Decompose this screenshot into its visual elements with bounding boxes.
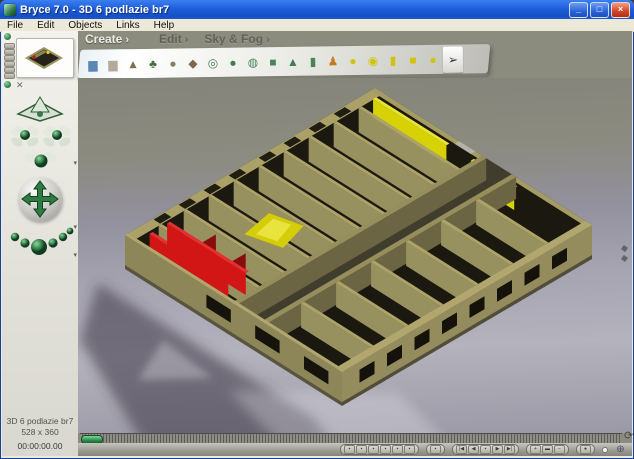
- menu-objects[interactable]: Objects: [61, 20, 109, 31]
- playback-button[interactable]: ▶: [492, 445, 503, 454]
- tab-create[interactable]: Create ›: [85, 32, 129, 46]
- create-object-shelf: ▆ ▆ ▲ ♣ ● ◆ ◎ ● ◍ ■ ▲ ▮ ♟ ● ◉ ▮ ■ ● ➢: [77, 44, 491, 79]
- camera-trackball[interactable]: [18, 177, 62, 221]
- blob-icon[interactable]: ◉: [363, 47, 383, 73]
- camera-preset-spheres[interactable]: [4, 224, 76, 263]
- rotate-control-center[interactable]: [24, 147, 58, 180]
- memory-dots-button[interactable]: ▪: [356, 445, 367, 454]
- cylinder-icon[interactable]: ▮: [303, 48, 323, 74]
- ground-plane-icon[interactable]: ▆: [103, 51, 123, 77]
- family-bottom-dot-icon[interactable]: [4, 81, 11, 88]
- rock-icon[interactable]: ●: [163, 50, 183, 76]
- cube-icon[interactable]: ■: [263, 49, 283, 75]
- control-sidebar: ✕ ▾ ▾ ▾ 3D 6 podlazie br7 528 x 360 00:0…: [2, 31, 79, 456]
- memory-dots-button[interactable]: ▪: [380, 445, 391, 454]
- metaball-icon[interactable]: ●: [343, 47, 363, 73]
- cone-icon[interactable]: ▲: [283, 48, 303, 74]
- building-model-render: [80, 88, 592, 433]
- playback-button[interactable]: ▶|: [504, 445, 515, 454]
- memory-dots-button[interactable]: ▪: [392, 445, 403, 454]
- app-icon: [4, 3, 16, 16]
- figure-icon[interactable]: ♟: [323, 48, 343, 74]
- av-button[interactable]: ●: [580, 445, 591, 454]
- family-button[interactable]: [4, 73, 15, 79]
- animation-controls-bar: ⊕ ▪ ▪ ▪ ▪ ▪ ▪ ▪ |◀ ◀ ▪ ▶ ▶| + ▬ − ●: [78, 443, 632, 456]
- playback-button[interactable]: |◀: [456, 445, 467, 454]
- marker-group: ▪: [426, 444, 445, 455]
- chevron-icon: ›: [266, 33, 270, 46]
- torus-icon[interactable]: ◎: [203, 49, 223, 75]
- chevron-icon: ›: [125, 33, 130, 46]
- sphere-icon[interactable]: ●: [223, 49, 243, 75]
- flyout-triangle-icon[interactable]: ▾: [73, 159, 77, 167]
- minimize-button[interactable]: _: [569, 1, 588, 18]
- scene-preview-render: [25, 47, 63, 69]
- family-top-dot-icon[interactable]: [4, 33, 11, 40]
- marker-button[interactable]: ▪: [430, 445, 441, 454]
- tree-icon[interactable]: ♣: [143, 50, 163, 76]
- scene-preview-thumbnail[interactable]: [16, 38, 74, 78]
- terrain-icon[interactable]: ▲: [123, 50, 143, 76]
- range-button[interactable]: +: [530, 445, 541, 454]
- options-dot-icon[interactable]: [602, 446, 608, 453]
- timeline-loop-icon[interactable]: ⟳: [624, 429, 633, 442]
- bryce-app-window: Bryce 7.0 - 3D 6 podlazie br7 _ □ × File…: [0, 0, 634, 459]
- window-title: Bryce 7.0 - 3D 6 podlazie br7: [20, 3, 170, 16]
- tab-edit[interactable]: Edit ›: [159, 32, 188, 46]
- close-button[interactable]: ×: [611, 1, 630, 18]
- playback-group: |◀ ◀ ▪ ▶ ▶|: [452, 444, 519, 455]
- timecode-label: 00:00:00.00: [17, 440, 63, 451]
- scene-info-footer: 3D 6 podlazie br7 528 x 360 00:00:00.00: [2, 416, 78, 452]
- range-button[interactable]: ▬: [542, 445, 553, 454]
- menu-edit[interactable]: Edit: [30, 20, 61, 31]
- memory-dots-button[interactable]: ▪: [368, 445, 379, 454]
- memory-dots-button[interactable]: ▪: [344, 445, 355, 454]
- tab-sky-fog[interactable]: Sky & Fog ›: [204, 32, 269, 46]
- playback-button[interactable]: ◀: [468, 445, 479, 454]
- chevron-icon: ›: [184, 33, 189, 46]
- globe-icon[interactable]: ⊕: [615, 444, 626, 455]
- menu-help[interactable]: Help: [147, 20, 182, 31]
- scene-name-label: 3D 6 podlazie br7: [6, 415, 74, 426]
- convert-arrow-icon[interactable]: ➢: [442, 46, 464, 73]
- memory-dots-button[interactable]: ▪: [404, 445, 415, 454]
- range-group: + ▬ −: [526, 444, 569, 455]
- render-resolution-label: 528 x 360: [21, 427, 59, 438]
- yellow-cube-icon[interactable]: ■: [403, 47, 423, 73]
- flat-sphere-icon[interactable]: ◍: [243, 49, 263, 75]
- memory-dots-group: ▪ ▪ ▪ ▪ ▪ ▪: [340, 444, 419, 455]
- range-button[interactable]: −: [554, 445, 565, 454]
- flyout-triangle-icon[interactable]: ▾: [73, 251, 77, 259]
- title-bar[interactable]: Bryce 7.0 - 3D 6 podlazie br7 _ □ ×: [0, 0, 634, 19]
- water-plane-icon[interactable]: ▆: [83, 51, 103, 77]
- menu-links[interactable]: Links: [109, 20, 146, 31]
- yellow-cylinder-icon[interactable]: ▮: [383, 47, 403, 73]
- palette-tabs: Create › Edit › Sky & Fog ›: [78, 31, 632, 46]
- av-group: ●: [576, 444, 595, 455]
- lattice-icon[interactable]: ◆: [183, 50, 203, 76]
- flyout-triangle-icon[interactable]: ▾: [73, 223, 77, 231]
- main-area: Create › Edit › Sky & Fog › ▆ ▆ ▲ ♣ ● ◆ ◎ ● ◍ ■ ▲ ▮ ♟ ● ◉…: [77, 31, 633, 456]
- maximize-button[interactable]: □: [590, 1, 609, 18]
- menu-file[interactable]: File: [0, 20, 30, 31]
- yellow-sphere-icon[interactable]: ●: [423, 46, 443, 72]
- scene-viewport[interactable]: [78, 78, 632, 433]
- selection-tool-icon[interactable]: ✕: [16, 80, 28, 90]
- playback-button[interactable]: ▪: [480, 445, 491, 454]
